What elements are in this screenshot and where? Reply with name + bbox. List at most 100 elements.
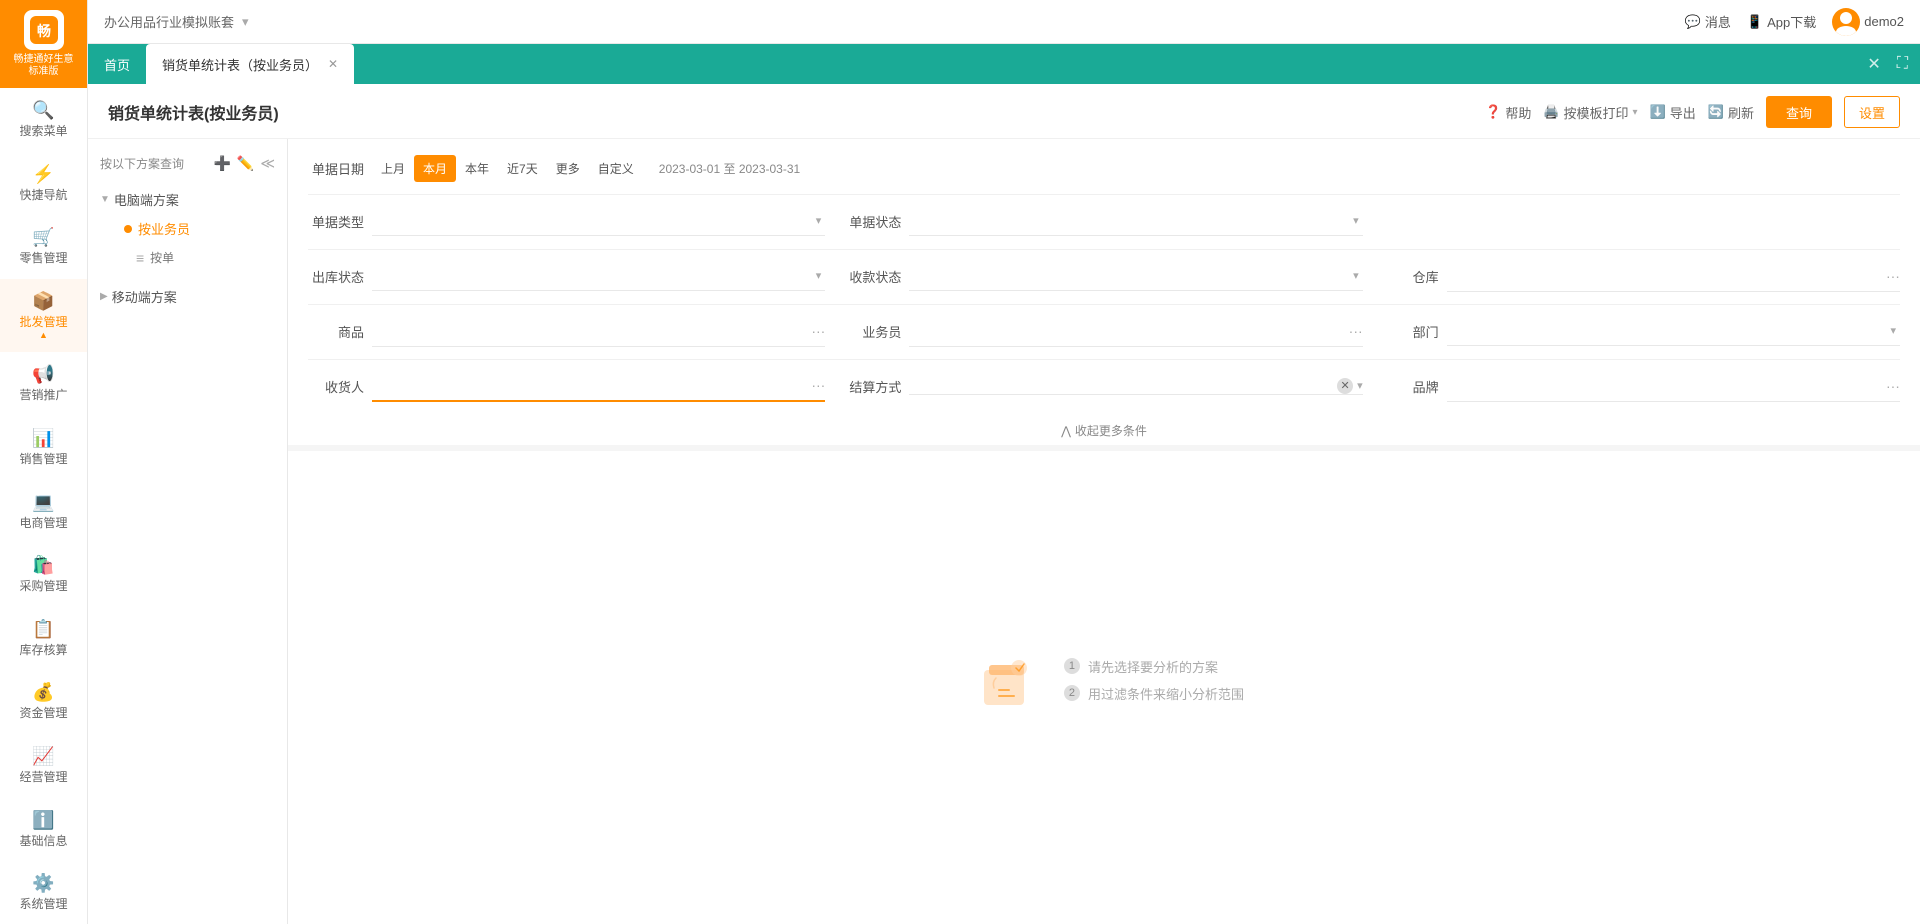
doc-type-arrow-icon: ▾ xyxy=(816,214,822,227)
tab-report[interactable]: 销货单统计表（按业务员） ✕ xyxy=(146,44,354,84)
payment-status-select[interactable]: ▾ xyxy=(909,261,1362,291)
print-icon: 🖨️ xyxy=(1543,104,1559,120)
sidebar-item-quick-nav[interactable]: ⚡ 快捷导航 xyxy=(0,152,87,216)
sidebar-item-finance[interactable]: 💰 资金管理 xyxy=(0,670,87,734)
mobile-arrow-icon: ▶ xyxy=(100,291,108,302)
date-tab-custom[interactable]: 自定义 xyxy=(589,155,643,182)
app-download-btn[interactable]: 📱 App下载 xyxy=(1747,12,1816,31)
logo-icon: 畅 xyxy=(24,10,64,50)
salesperson-input[interactable] xyxy=(909,316,1344,346)
date-tab-last7days[interactable]: 近7天 xyxy=(498,155,547,182)
collapse-btn[interactable]: ⋀ 收起更多条件 xyxy=(308,416,1900,445)
mobile-scheme-header[interactable]: ▶ 移动端方案 xyxy=(100,283,275,310)
goods-input[interactable] xyxy=(372,316,807,346)
left-panel-title: 按以下方案查询 xyxy=(100,155,184,172)
sidebar-item-inventory[interactable]: 📋 库存核算 xyxy=(0,607,87,671)
user-label: demo2 xyxy=(1864,14,1904,29)
sidebar-item-label: 销售管理 xyxy=(19,452,67,468)
tab-maximize-btn[interactable]: ⛶ xyxy=(1893,51,1912,77)
out-status-select[interactable]: ▾ xyxy=(372,261,825,291)
tab-minimize-btn[interactable]: ✕ xyxy=(1863,50,1884,78)
refresh-btn[interactable]: 🔄 刷新 xyxy=(1708,103,1754,122)
add-scheme-icon[interactable]: ➕ xyxy=(213,155,230,172)
scheme-item-salesperson[interactable]: 按业务员 xyxy=(100,213,275,244)
edit-scheme-icon[interactable]: ✏️ xyxy=(237,155,254,172)
settings-button[interactable]: 设置 xyxy=(1844,96,1900,128)
help-btn[interactable]: ❓ 帮助 xyxy=(1485,103,1531,122)
print-dropdown-arrow: ▾ xyxy=(1633,107,1638,118)
download-icon: 📱 xyxy=(1747,14,1763,30)
scheme-item-order[interactable]: ≡ 按单 xyxy=(100,244,275,271)
page-title: 销货单统计表(按业务员) xyxy=(108,100,279,124)
doc-type-select[interactable]: ▾ xyxy=(372,206,825,236)
sidebar-item-operations[interactable]: 📈 经营管理 xyxy=(0,734,87,798)
sidebar-item-purchase[interactable]: 🛍️ 采购管理 xyxy=(0,543,87,607)
content-area: 销货单统计表(按业务员) ❓ 帮助 🖨️ 按模板打印 ▾ ⬇️ 导出 🔄 刷 xyxy=(88,84,1920,924)
goods-dots-icon[interactable]: ··· xyxy=(811,323,825,339)
empty-hint-1: 1 请先选择要分析的方案 xyxy=(1064,657,1244,676)
collapse-panel-icon[interactable]: ≪ xyxy=(260,155,275,172)
brand-input[interactable] xyxy=(1447,371,1882,401)
date-tab-this-year[interactable]: 本年 xyxy=(456,155,498,182)
scheme-group-desktop-header[interactable]: ▼ 电脑端方案 xyxy=(100,186,275,213)
goods-control: ··· xyxy=(372,316,825,347)
out-status-label: 出库状态 xyxy=(308,267,364,286)
receiver-dots-icon[interactable]: ··· xyxy=(811,377,825,393)
warehouse-dots-icon[interactable]: ··· xyxy=(1886,268,1900,284)
payment-status-label: 收款状态 xyxy=(845,267,901,286)
sidebar-item-sales[interactable]: 📊 销售管理 xyxy=(0,416,87,480)
tabbar: 首页 销货单统计表（按业务员） ✕ ✕ ⛶ xyxy=(88,44,1920,84)
sidebar-item-basic[interactable]: ℹ️ 基础信息 xyxy=(0,798,87,862)
avatar xyxy=(1832,8,1860,36)
main-area: 办公用品行业模拟账套 ▾ 💬 消息 📱 App下载 demo2 首页 xyxy=(88,0,1920,924)
sidebar-item-label: 基础信息 xyxy=(19,834,67,850)
department-control: ▾ xyxy=(1447,316,1900,346)
settlement-control: ✕ ▾ xyxy=(909,378,1362,395)
sidebar-item-wholesale[interactable]: 📦 批发管理 ▲ xyxy=(0,279,87,353)
messages-btn[interactable]: 💬 消息 xyxy=(1685,12,1731,31)
collapse-label: 收起更多条件 xyxy=(1075,422,1147,439)
warehouse-input[interactable] xyxy=(1447,261,1882,291)
tab-home[interactable]: 首页 xyxy=(88,44,146,84)
tab-close-icon[interactable]: ✕ xyxy=(328,57,338,71)
salesperson-dots-icon[interactable]: ··· xyxy=(1349,323,1363,339)
sidebar-item-label: 采购管理 xyxy=(19,579,67,595)
sidebar-nav: 🔍 搜索菜单 ⚡ 快捷导航 🛒 零售管理 📦 批发管理 ▲ 📢 营销推广 📊 销… xyxy=(0,88,87,924)
doc-status-select[interactable]: ▾ xyxy=(909,206,1362,236)
salesperson-label: 业务员 xyxy=(845,322,901,341)
date-tab-this-month[interactable]: 本月 xyxy=(414,155,456,182)
department-select[interactable]: ▾ xyxy=(1447,316,1900,346)
divider3 xyxy=(308,304,1900,305)
sidebar-item-retail[interactable]: 🛒 零售管理 xyxy=(0,215,87,279)
sidebar-item-ecommerce[interactable]: 💻 电商管理 xyxy=(0,480,87,544)
brand-dots-icon[interactable]: ··· xyxy=(1886,378,1900,394)
sidebar-item-label: 营销推广 xyxy=(19,388,67,404)
settlement-clear-icon[interactable]: ✕ xyxy=(1337,378,1353,394)
date-tab-last-month[interactable]: 上月 xyxy=(372,155,414,182)
scheme-order-label: 按单 xyxy=(150,249,174,266)
user-menu[interactable]: demo2 xyxy=(1832,8,1904,36)
sidebar-item-search[interactable]: 🔍 搜索菜单 xyxy=(0,88,87,152)
scheme-salesperson-label: 按业务员 xyxy=(138,219,190,238)
template-print-btn[interactable]: 🖨️ 按模板打印 ▾ xyxy=(1543,103,1637,122)
query-button[interactable]: 查询 xyxy=(1766,96,1832,128)
hint2-num: 2 xyxy=(1064,685,1080,701)
receiver-control: ··· xyxy=(372,370,825,402)
receiver-label: 收货人 xyxy=(308,377,364,396)
doc-type-control: ▾ xyxy=(372,206,825,236)
sidebar-item-system[interactable]: ⚙️ 系统管理 xyxy=(0,861,87,924)
export-btn[interactable]: ⬇️ 导出 xyxy=(1650,103,1696,122)
ecommerce-icon: 💻 xyxy=(32,492,54,513)
filter-row-4: 收货人 ··· 结算方式 ✕ ▾ xyxy=(308,368,1900,404)
receiver-input[interactable] xyxy=(372,370,807,400)
topbar-right: 💬 消息 📱 App下载 demo2 xyxy=(1685,8,1904,36)
tabbar-actions: ✕ ⛶ xyxy=(1863,50,1920,78)
help-label: 帮助 xyxy=(1505,103,1531,122)
empty-icon xyxy=(964,640,1044,720)
date-tab-more[interactable]: 更多 xyxy=(547,155,589,182)
desktop-scheme-label: 电脑端方案 xyxy=(114,190,179,209)
dropdown-arrow-icon[interactable]: ▾ xyxy=(242,14,249,30)
warehouse-label: 仓库 xyxy=(1383,267,1439,286)
sidebar-item-marketing[interactable]: 📢 营销推广 xyxy=(0,352,87,416)
order-icon: ≡ xyxy=(136,250,144,266)
